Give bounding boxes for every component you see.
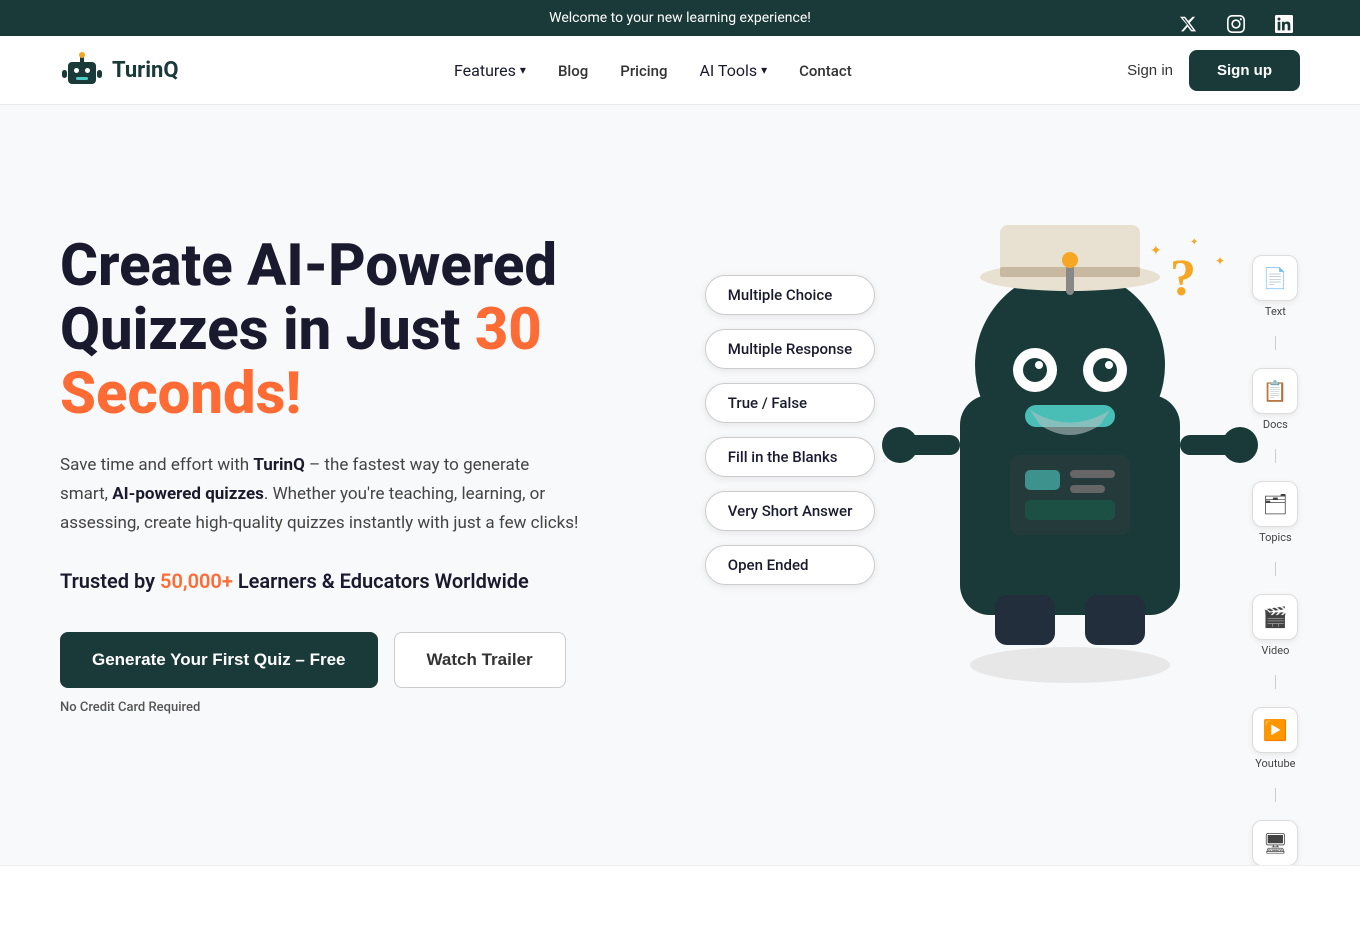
twitter-icon[interactable] [1172, 8, 1204, 40]
no-credit-text: No Credit Card Required [60, 700, 705, 715]
svg-text:✦: ✦ [1150, 243, 1162, 259]
logo-icon [60, 48, 104, 92]
quiz-pill-true-false: True / False [705, 383, 876, 423]
source-text: 📄 Text [1252, 255, 1298, 318]
quiz-pill-short-answer: Very Short Answer [705, 491, 876, 531]
hero-title: Create AI-Powered Quizzes in Just 30 Sec… [60, 235, 705, 426]
generate-quiz-button[interactable]: Generate Your First Quiz – Free [60, 632, 378, 688]
logo[interactable]: TurinQ [60, 48, 179, 92]
svg-text:✦: ✦ [1215, 254, 1225, 268]
nav-item-contact[interactable]: Contact [799, 61, 852, 80]
source-docs: 📋 Docs [1252, 368, 1298, 431]
nav-actions: Sign in Sign up [1127, 50, 1300, 91]
hero-trusted: Trusted by 50,000+ Learners & Educators … [60, 566, 705, 596]
source-connector-4 [1275, 675, 1276, 689]
nav-item-ai-tools[interactable]: AI Tools [699, 61, 767, 80]
hero-right: Multiple Choice Multiple Response True /… [705, 215, 1300, 735]
signin-button[interactable]: Sign in [1127, 62, 1173, 79]
instagram-icon[interactable] [1220, 8, 1252, 40]
bottom-strip [0, 865, 1360, 925]
source-icons: 📄 Text 📋 Docs 🗂 Topics 🎬 Video ▶️ Youtub [1251, 255, 1300, 865]
nav-links: Features Blog Pricing AI Tools Contact [454, 61, 852, 80]
quiz-pill-multiple-choice: Multiple Choice [705, 275, 876, 315]
hero-description: Save time and effort with TurinQ – the f… [60, 451, 580, 538]
hero-section: Create AI-Powered Quizzes in Just 30 Sec… [0, 105, 1360, 865]
source-connector-2 [1275, 449, 1276, 463]
quiz-pill-open-ended: Open Ended [705, 545, 876, 585]
nav-item-blog[interactable]: Blog [558, 61, 588, 80]
source-video: 🎬 Video [1252, 594, 1298, 657]
source-webpage: 🖥 Web Page [1251, 820, 1300, 865]
hero-buttons: Generate Your First Quiz – Free Watch Tr… [60, 632, 705, 688]
source-youtube: ▶️ Youtube [1252, 707, 1298, 770]
quiz-pills: Multiple Choice Multiple Response True /… [705, 275, 876, 585]
robot-illustration: ? ✦ ✦ ✦ [860, 195, 1280, 695]
banner-text: Welcome to your new learning experience! [549, 10, 811, 26]
nav-item-features[interactable]: Features [454, 61, 526, 80]
top-banner: Welcome to your new learning experience! [0, 0, 1360, 36]
linkedin-icon[interactable] [1268, 8, 1300, 40]
signup-button[interactable]: Sign up [1189, 50, 1300, 91]
social-icons [1172, 8, 1300, 40]
source-topics: 🗂 Topics [1252, 481, 1298, 544]
hero-left: Create AI-Powered Quizzes in Just 30 Sec… [60, 235, 705, 714]
logo-text: TurinQ [112, 58, 179, 83]
quiz-pill-fill-blanks: Fill in the Blanks [705, 437, 876, 477]
source-connector-5 [1275, 788, 1276, 802]
svg-text:✦: ✦ [1190, 237, 1198, 248]
navbar: TurinQ Features Blog Pricing AI Tools Co… [0, 36, 1360, 105]
nav-item-pricing[interactable]: Pricing [620, 61, 667, 80]
watch-trailer-button[interactable]: Watch Trailer [394, 632, 566, 688]
source-connector [1275, 336, 1276, 350]
svg-text:?: ? [1170, 250, 1196, 307]
source-connector-3 [1275, 562, 1276, 576]
quiz-pill-multiple-response: Multiple Response [705, 329, 876, 369]
